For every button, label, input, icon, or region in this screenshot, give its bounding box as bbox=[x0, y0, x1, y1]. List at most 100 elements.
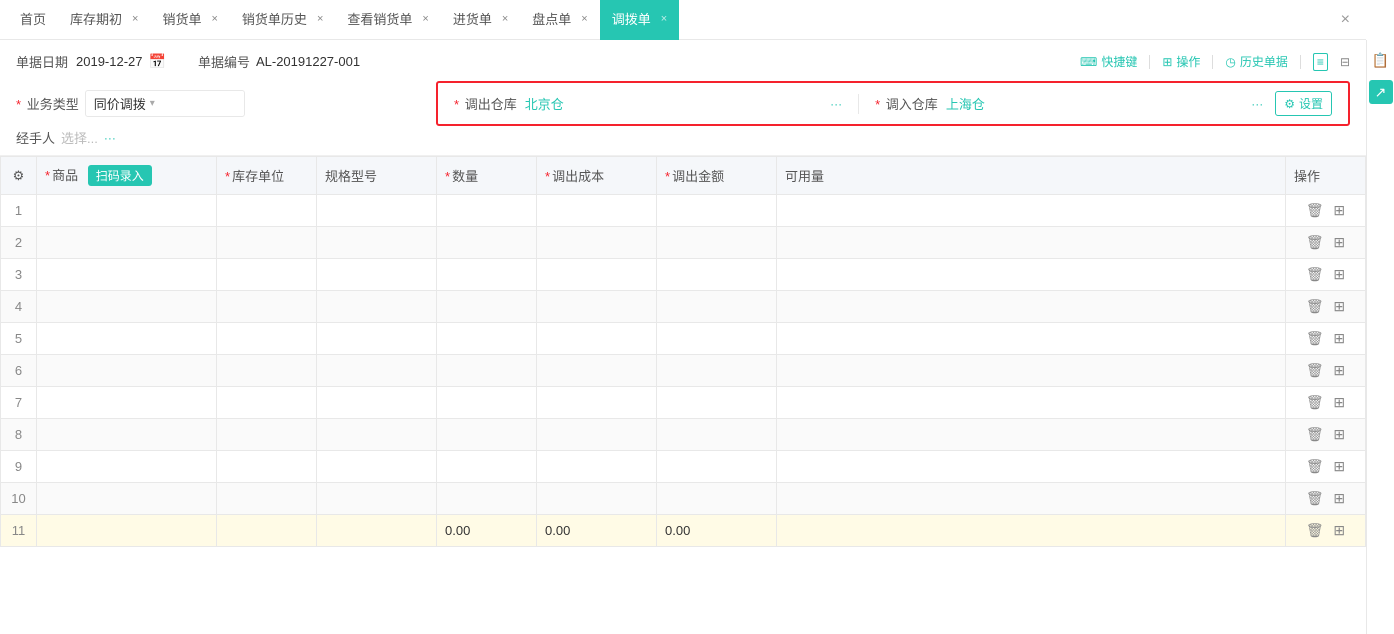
cell-amount[interactable] bbox=[657, 195, 777, 227]
business-type-select[interactable]: 同价调拨 ▾ bbox=[85, 90, 245, 117]
cell-product[interactable] bbox=[37, 387, 217, 419]
cell-spec[interactable] bbox=[317, 195, 437, 227]
cell-cost[interactable] bbox=[537, 483, 657, 515]
col-gear[interactable]: ⚙ bbox=[1, 157, 37, 195]
cell-spec[interactable] bbox=[317, 419, 437, 451]
tab-close-purchase-order[interactable]: × bbox=[502, 13, 508, 25]
cell-product[interactable] bbox=[37, 259, 217, 291]
cell-cost[interactable] bbox=[537, 451, 657, 483]
tab-purchase-order[interactable]: 进货单 × bbox=[441, 0, 520, 40]
delete-icon[interactable]: 🗑 bbox=[1306, 234, 1324, 250]
cell-unit[interactable] bbox=[217, 291, 317, 323]
cell-cost[interactable] bbox=[537, 355, 657, 387]
cell-unit[interactable] bbox=[217, 323, 317, 355]
cell-quantity[interactable] bbox=[437, 323, 537, 355]
settings-button[interactable]: ⚙ 设置 bbox=[1275, 91, 1332, 116]
delete-icon-subtotal[interactable]: 🗑 bbox=[1306, 522, 1324, 538]
cell-cost[interactable] bbox=[537, 291, 657, 323]
shortcuts-button[interactable]: ⌨ 快捷键 bbox=[1080, 53, 1137, 70]
delete-icon[interactable]: 🗑 bbox=[1306, 394, 1324, 410]
cell-amount[interactable] bbox=[657, 355, 777, 387]
cell-unit[interactable] bbox=[217, 227, 317, 259]
delete-icon[interactable]: 🗑 bbox=[1306, 426, 1324, 442]
cell-amount[interactable] bbox=[657, 451, 777, 483]
cell-amount[interactable] bbox=[657, 291, 777, 323]
history-button[interactable]: ◷ 历史单据 bbox=[1225, 53, 1288, 70]
cell-quantity[interactable] bbox=[437, 227, 537, 259]
operations-button[interactable]: ⊞ 操作 bbox=[1162, 53, 1200, 70]
tab-inventory-check[interactable]: 盘点单 × bbox=[520, 0, 599, 40]
tab-close-inventory-check[interactable]: × bbox=[581, 13, 587, 25]
tab-transfer[interactable]: 调拨单 × bbox=[600, 0, 679, 40]
cell-product[interactable] bbox=[37, 355, 217, 387]
tab-close-view-sales[interactable]: × bbox=[422, 13, 428, 25]
cell-spec[interactable] bbox=[317, 227, 437, 259]
cell-spec[interactable] bbox=[317, 291, 437, 323]
copy-icon[interactable]: ⊞ bbox=[1333, 202, 1345, 218]
copy-icon[interactable]: ⊞ bbox=[1333, 490, 1345, 506]
cell-cost[interactable] bbox=[537, 419, 657, 451]
cell-amount[interactable] bbox=[657, 483, 777, 515]
cell-amount[interactable] bbox=[657, 387, 777, 419]
cell-product[interactable] bbox=[37, 291, 217, 323]
cell-product[interactable] bbox=[37, 195, 217, 227]
cell-quantity[interactable] bbox=[437, 195, 537, 227]
cell-quantity[interactable] bbox=[437, 483, 537, 515]
tab-sales-order[interactable]: 销货单 × bbox=[150, 0, 229, 40]
cell-unit[interactable] bbox=[217, 355, 317, 387]
copy-icon[interactable]: ⊞ bbox=[1333, 458, 1345, 474]
tab-close-sales-history[interactable]: × bbox=[317, 13, 323, 25]
cell-spec[interactable] bbox=[317, 355, 437, 387]
cell-cost[interactable] bbox=[537, 195, 657, 227]
delete-icon[interactable]: 🗑 bbox=[1306, 266, 1324, 282]
cell-unit[interactable] bbox=[217, 195, 317, 227]
handler-more-button[interactable]: ··· bbox=[104, 131, 116, 145]
cell-spec[interactable] bbox=[317, 259, 437, 291]
copy-icon[interactable]: ⊞ bbox=[1333, 394, 1345, 410]
cell-spec[interactable] bbox=[317, 387, 437, 419]
cell-unit[interactable] bbox=[217, 259, 317, 291]
copy-icon[interactable]: ⊞ bbox=[1333, 234, 1345, 250]
tab-home[interactable]: 首页 bbox=[8, 0, 58, 40]
cell-quantity[interactable] bbox=[437, 291, 537, 323]
cell-unit[interactable] bbox=[217, 387, 317, 419]
cell-amount[interactable] bbox=[657, 227, 777, 259]
sidebar-export-icon[interactable]: ↗ bbox=[1369, 80, 1393, 104]
delete-icon[interactable]: 🗑 bbox=[1306, 490, 1324, 506]
tab-close-inventory-init[interactable]: × bbox=[132, 13, 138, 25]
copy-icon[interactable]: ⊞ bbox=[1333, 426, 1345, 442]
cell-quantity[interactable] bbox=[437, 419, 537, 451]
cell-amount[interactable] bbox=[657, 259, 777, 291]
cell-spec[interactable] bbox=[317, 451, 437, 483]
calendar-icon[interactable]: 📅 bbox=[149, 53, 166, 70]
cell-cost[interactable] bbox=[537, 387, 657, 419]
copy-icon[interactable]: ⊞ bbox=[1333, 266, 1345, 282]
cell-unit[interactable] bbox=[217, 483, 317, 515]
cell-product[interactable] bbox=[37, 227, 217, 259]
delete-icon[interactable]: 🗑 bbox=[1306, 458, 1324, 474]
cell-quantity[interactable] bbox=[437, 451, 537, 483]
cell-product[interactable] bbox=[37, 483, 217, 515]
cell-amount[interactable] bbox=[657, 419, 777, 451]
tab-view-sales[interactable]: 查看销货单 × bbox=[335, 0, 440, 40]
copy-icon[interactable]: ⊞ bbox=[1333, 362, 1345, 378]
cell-quantity[interactable] bbox=[437, 259, 537, 291]
delete-icon[interactable]: 🗑 bbox=[1306, 202, 1324, 218]
cell-product[interactable] bbox=[37, 451, 217, 483]
delete-icon[interactable]: 🗑 bbox=[1306, 298, 1324, 314]
handler-select[interactable]: 选择... bbox=[61, 128, 98, 147]
scan-button[interactable]: 扫码录入 bbox=[88, 165, 152, 186]
delete-icon[interactable]: 🗑 bbox=[1306, 330, 1324, 346]
cell-product[interactable] bbox=[37, 323, 217, 355]
delete-icon[interactable]: 🗑 bbox=[1306, 362, 1324, 378]
cell-cost[interactable] bbox=[537, 323, 657, 355]
cell-quantity[interactable] bbox=[437, 355, 537, 387]
copy-icon-subtotal[interactable]: ⊞ bbox=[1333, 522, 1345, 538]
copy-icon[interactable]: ⊞ bbox=[1333, 298, 1345, 314]
cell-spec[interactable] bbox=[317, 323, 437, 355]
cell-cost[interactable] bbox=[537, 227, 657, 259]
tab-close-transfer[interactable]: × bbox=[661, 13, 667, 25]
cell-spec[interactable] bbox=[317, 483, 437, 515]
tab-close-sales-order[interactable]: × bbox=[211, 13, 217, 25]
cell-unit[interactable] bbox=[217, 451, 317, 483]
